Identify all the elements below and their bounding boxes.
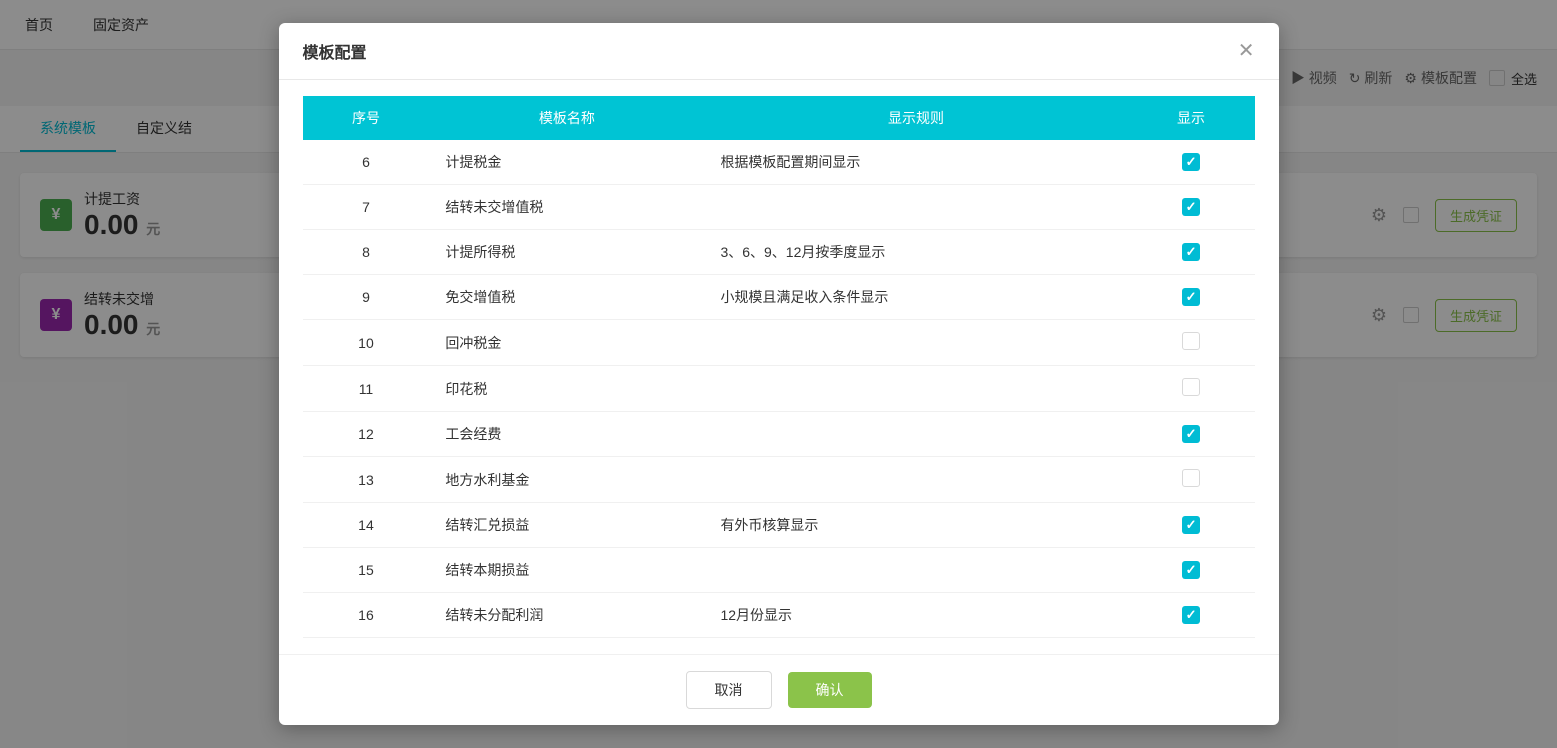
cell-rule: 12月份显示 <box>704 593 1127 638</box>
modal-close-button[interactable]: ✕ <box>1238 41 1255 61</box>
table-body: 6计提税金根据模板配置期间显示7结转未交增值税8计提所得税3、6、9、12月按季… <box>303 140 1255 638</box>
cell-rule: 根据模板配置期间显示 <box>704 140 1127 185</box>
checkbox-unchecked-5[interactable] <box>1182 378 1200 396</box>
cell-check <box>1128 593 1255 638</box>
cell-seq: 7 <box>303 185 430 230</box>
cell-check <box>1128 185 1255 230</box>
cell-name: 结转本期损益 <box>429 548 704 593</box>
cell-rule: 有外币核算显示 <box>704 503 1127 548</box>
confirm-button[interactable]: 确认 <box>788 672 872 708</box>
modal-template-config: 模板配置 ✕ 序号 模板名称 显示规则 显示 6计提税金根据模板配置期间显示7结… <box>279 23 1279 725</box>
cell-rule <box>704 366 1127 412</box>
cell-name: 计提税金 <box>429 140 704 185</box>
table-row: 6计提税金根据模板配置期间显示 <box>303 140 1255 185</box>
table-row: 15结转本期损益 <box>303 548 1255 593</box>
table-row: 13地方水利基金 <box>303 457 1255 503</box>
cell-name: 结转未分配利润 <box>429 593 704 638</box>
table-row: 10回冲税金 <box>303 320 1255 366</box>
checkbox-checked-6[interactable] <box>1182 425 1200 443</box>
cell-name: 印花税 <box>429 366 704 412</box>
modal-overlay: 模板配置 ✕ 序号 模板名称 显示规则 显示 6计提税金根据模板配置期间显示7结… <box>0 0 1557 748</box>
checkbox-checked-10[interactable] <box>1182 606 1200 624</box>
cell-rule: 3、6、9、12月按季度显示 <box>704 230 1127 275</box>
cell-check <box>1128 548 1255 593</box>
checkbox-unchecked-7[interactable] <box>1182 469 1200 487</box>
cell-seq: 15 <box>303 548 430 593</box>
cell-check <box>1128 457 1255 503</box>
checkbox-unchecked-4[interactable] <box>1182 332 1200 350</box>
checkbox-checked-3[interactable] <box>1182 288 1200 306</box>
cell-seq: 13 <box>303 457 430 503</box>
cell-name: 计提所得税 <box>429 230 704 275</box>
cell-name: 地方水利基金 <box>429 457 704 503</box>
cell-check <box>1128 140 1255 185</box>
cell-seq: 12 <box>303 412 430 457</box>
cell-rule <box>704 412 1127 457</box>
modal-title: 模板配置 <box>303 39 367 63</box>
table-row: 11印花税 <box>303 366 1255 412</box>
cell-name: 结转汇兑损益 <box>429 503 704 548</box>
table-row: 7结转未交增值税 <box>303 185 1255 230</box>
table-row: 8计提所得税3、6、9、12月按季度显示 <box>303 230 1255 275</box>
cell-check <box>1128 275 1255 320</box>
cell-check <box>1128 503 1255 548</box>
cell-name: 回冲税金 <box>429 320 704 366</box>
cell-seq: 8 <box>303 230 430 275</box>
modal-header: 模板配置 ✕ <box>279 23 1279 80</box>
table-row: 12工会经费 <box>303 412 1255 457</box>
cell-name: 结转未交增值税 <box>429 185 704 230</box>
cell-check <box>1128 412 1255 457</box>
cell-seq: 9 <box>303 275 430 320</box>
cell-rule <box>704 185 1127 230</box>
modal-body: 序号 模板名称 显示规则 显示 6计提税金根据模板配置期间显示7结转未交增值税8… <box>279 80 1279 654</box>
config-table: 序号 模板名称 显示规则 显示 6计提税金根据模板配置期间显示7结转未交增值税8… <box>303 96 1255 638</box>
modal-footer: 取消 确认 <box>279 654 1279 725</box>
table-header-row: 序号 模板名称 显示规则 显示 <box>303 96 1255 140</box>
cell-check <box>1128 366 1255 412</box>
cell-seq: 10 <box>303 320 430 366</box>
cell-rule <box>704 548 1127 593</box>
cell-name: 工会经费 <box>429 412 704 457</box>
checkbox-checked-1[interactable] <box>1182 198 1200 216</box>
table-row: 9免交增值税小规模且满足收入条件显示 <box>303 275 1255 320</box>
cell-name: 免交增值税 <box>429 275 704 320</box>
checkbox-checked-8[interactable] <box>1182 516 1200 534</box>
checkbox-checked-9[interactable] <box>1182 561 1200 579</box>
th-seq: 序号 <box>303 96 430 140</box>
table-row: 16结转未分配利润12月份显示 <box>303 593 1255 638</box>
th-show: 显示 <box>1128 96 1255 140</box>
cell-rule <box>704 457 1127 503</box>
cell-rule: 小规模且满足收入条件显示 <box>704 275 1127 320</box>
cancel-button[interactable]: 取消 <box>686 671 772 709</box>
table-row: 14结转汇兑损益有外币核算显示 <box>303 503 1255 548</box>
checkbox-checked-0[interactable] <box>1182 153 1200 171</box>
cell-seq: 16 <box>303 593 430 638</box>
cell-check <box>1128 230 1255 275</box>
checkbox-checked-2[interactable] <box>1182 243 1200 261</box>
th-rule: 显示规则 <box>704 96 1127 140</box>
cell-seq: 6 <box>303 140 430 185</box>
cell-check <box>1128 320 1255 366</box>
cell-rule <box>704 320 1127 366</box>
cell-seq: 14 <box>303 503 430 548</box>
th-name: 模板名称 <box>429 96 704 140</box>
cell-seq: 11 <box>303 366 430 412</box>
